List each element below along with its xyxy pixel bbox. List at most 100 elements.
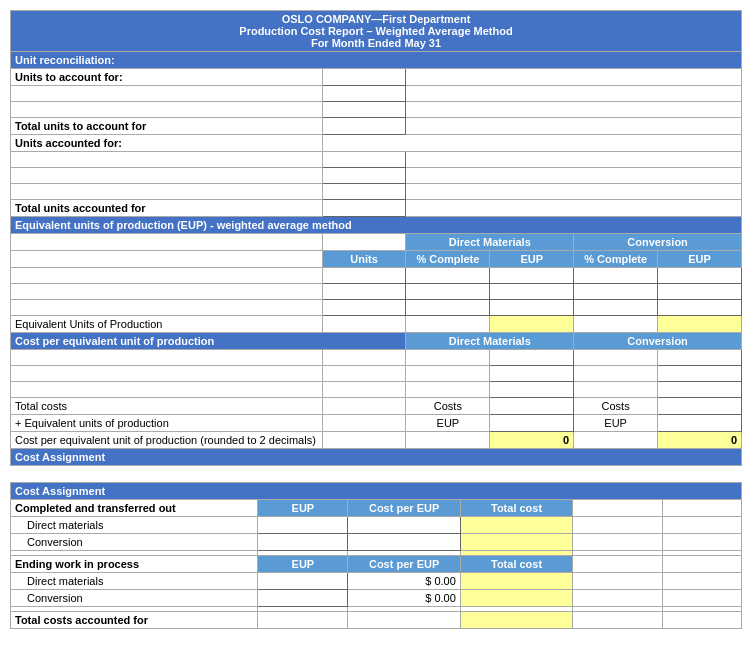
eup-row-1-units[interactable] (322, 268, 406, 284)
ewip-cv-total-cost (460, 590, 572, 607)
completed-dm-total-cost (460, 517, 572, 534)
equiv-units-cv-input[interactable] (658, 415, 742, 432)
completed-cost-per-eup-col: Cost per EUP (348, 500, 460, 517)
eup-total-cv-eup[interactable] (658, 316, 742, 333)
bottom-cost-assignment-header: Cost Assignment (11, 483, 742, 500)
units-row-1-label (11, 86, 323, 102)
cost-per-eup-header: Cost per equivalent unit of production (11, 333, 406, 350)
eup-total-label: Equivalent Units of Production (11, 316, 323, 333)
cost-row-3-dm[interactable] (490, 382, 574, 398)
total-costs-accounted-label: Total costs accounted for (11, 612, 258, 629)
completed-dm-eup-input[interactable] (258, 517, 348, 534)
eup-row-1-cv-eup[interactable] (658, 268, 742, 284)
eup-row-1-dm-eup[interactable] (490, 268, 574, 284)
ewip-cost-per-eup-col: Cost per EUP (348, 556, 460, 573)
report-title-row: OSLO COMPANY—First Department Production… (11, 11, 742, 52)
total-units-accounted-input[interactable] (322, 200, 406, 217)
units-col-header: Units (322, 251, 406, 268)
costs-label-dm: Costs (406, 398, 490, 415)
eup-section-header: Equivalent units of production (EUP) - w… (11, 217, 742, 234)
units-row-2-input[interactable] (322, 102, 406, 118)
total-units-to-account-input[interactable] (322, 118, 406, 135)
cost-cv-header: Conversion (574, 333, 742, 350)
ewip-cv-dollar: $ (425, 592, 431, 604)
uaf-row-2-input[interactable] (322, 168, 406, 184)
eup-row-3-units[interactable] (322, 300, 406, 316)
cost-per-eup-dm-value: 0 (490, 432, 574, 449)
total-units-accounted-label: Total units accounted for (11, 200, 323, 217)
uaf-row-1-label (11, 152, 323, 168)
dm-pct-col-header: % Complete (406, 251, 490, 268)
eup-row-3-dm-pct[interactable] (406, 300, 490, 316)
eup-row-2-units[interactable] (322, 284, 406, 300)
cost-dm-header: Direct Materials (406, 333, 574, 350)
total-costs-label: Total costs (11, 398, 323, 415)
completed-eup-col: EUP (258, 500, 348, 517)
eup-row-2-dm-eup[interactable] (490, 284, 574, 300)
desc-col-header (11, 251, 323, 268)
empty-col (11, 234, 323, 251)
completed-dm-cost-per-eup-input[interactable] (348, 517, 460, 534)
completed-label: Completed and transferred out (11, 500, 258, 517)
eup-row-1-dm-pct[interactable] (406, 268, 490, 284)
cost-row-1-dm[interactable] (490, 350, 574, 366)
eup-label-cv: EUP (574, 415, 658, 432)
completed-total-cost-col: Total cost (460, 500, 572, 517)
eup-row-3-label (11, 300, 323, 316)
cost-per-eup-rounded-label: Cost per equivalent unit of production (… (11, 432, 323, 449)
eup-row-1-label (11, 268, 323, 284)
completed-cv-cost-per-eup-input[interactable] (348, 534, 460, 551)
direct-materials-header: Direct Materials (406, 234, 574, 251)
uaf-row-2-label (11, 168, 323, 184)
eup-total-dm-eup[interactable] (490, 316, 574, 333)
eup-row-3-dm-eup[interactable] (490, 300, 574, 316)
ewip-dm-total-cost (460, 573, 572, 590)
dm-eup-col-header: EUP (490, 251, 574, 268)
completed-dm-label: Direct materials (11, 517, 258, 534)
costs-label-cv: Costs (574, 398, 658, 415)
units-to-account-for-label: Units to account for: (11, 69, 323, 86)
report-title-line2: Production Cost Report – Weighted Averag… (15, 25, 737, 37)
total-costs-cv-input[interactable] (658, 398, 742, 415)
completed-cv-total-cost (460, 534, 572, 551)
uaf-row-3-input[interactable] (322, 184, 406, 200)
ewip-dm-eup-input[interactable] (258, 573, 348, 590)
eup-row-3-cv-eup[interactable] (658, 300, 742, 316)
cost-row-3-cv[interactable] (658, 382, 742, 398)
cost-row-3-label (11, 382, 323, 398)
ewip-cv-val: 0.00 (434, 592, 455, 604)
uaf-row-3-label (11, 184, 323, 200)
report-title-line1: OSLO COMPANY—First Department (15, 13, 737, 25)
units-col (322, 234, 406, 251)
cost-row-2-cv[interactable] (658, 366, 742, 382)
eup-row-1-cv-pct[interactable] (574, 268, 658, 284)
ewip-cv-eup-input[interactable] (258, 590, 348, 607)
uaf-row-1-input[interactable] (322, 152, 406, 168)
eup-row-2-cv-pct[interactable] (574, 284, 658, 300)
ewip-cv-cost-cell: $ 0.00 (348, 590, 460, 607)
cost-row-1-cv[interactable] (658, 350, 742, 366)
eup-row-2-cv-eup[interactable] (658, 284, 742, 300)
ewip-cv-label: Conversion (11, 590, 258, 607)
eup-row-2-dm-pct[interactable] (406, 284, 490, 300)
ewip-dm-val: 0.00 (434, 575, 455, 587)
cost-row-2-dm[interactable] (490, 366, 574, 382)
total-costs-dm-input[interactable] (490, 398, 574, 415)
conversion-header: Conversion (574, 234, 742, 251)
cv-pct-col-header: % Complete (574, 251, 658, 268)
ewip-eup-col: EUP (258, 556, 348, 573)
eup-row-2-label (11, 284, 323, 300)
equiv-units-dm-input[interactable] (490, 415, 574, 432)
eup-row-3-cv-pct[interactable] (574, 300, 658, 316)
unit-reconciliation-header: Unit reconciliation: (11, 52, 742, 69)
ewip-dm-cost-cell: $ 0.00 (348, 573, 460, 590)
cost-row-1-label (11, 350, 323, 366)
ewip-dm-dollar: $ (425, 575, 431, 587)
completed-cv-eup-input[interactable] (258, 534, 348, 551)
units-to-account-input-1[interactable] (322, 69, 406, 86)
eup-label-dm: EUP (406, 415, 490, 432)
ewip-label: Ending work in process (11, 556, 258, 573)
report-title-line3: For Month Ended May 31 (15, 37, 737, 49)
units-row-1-input[interactable] (322, 86, 406, 102)
cost-assignment-header: Cost Assignment (11, 449, 742, 466)
